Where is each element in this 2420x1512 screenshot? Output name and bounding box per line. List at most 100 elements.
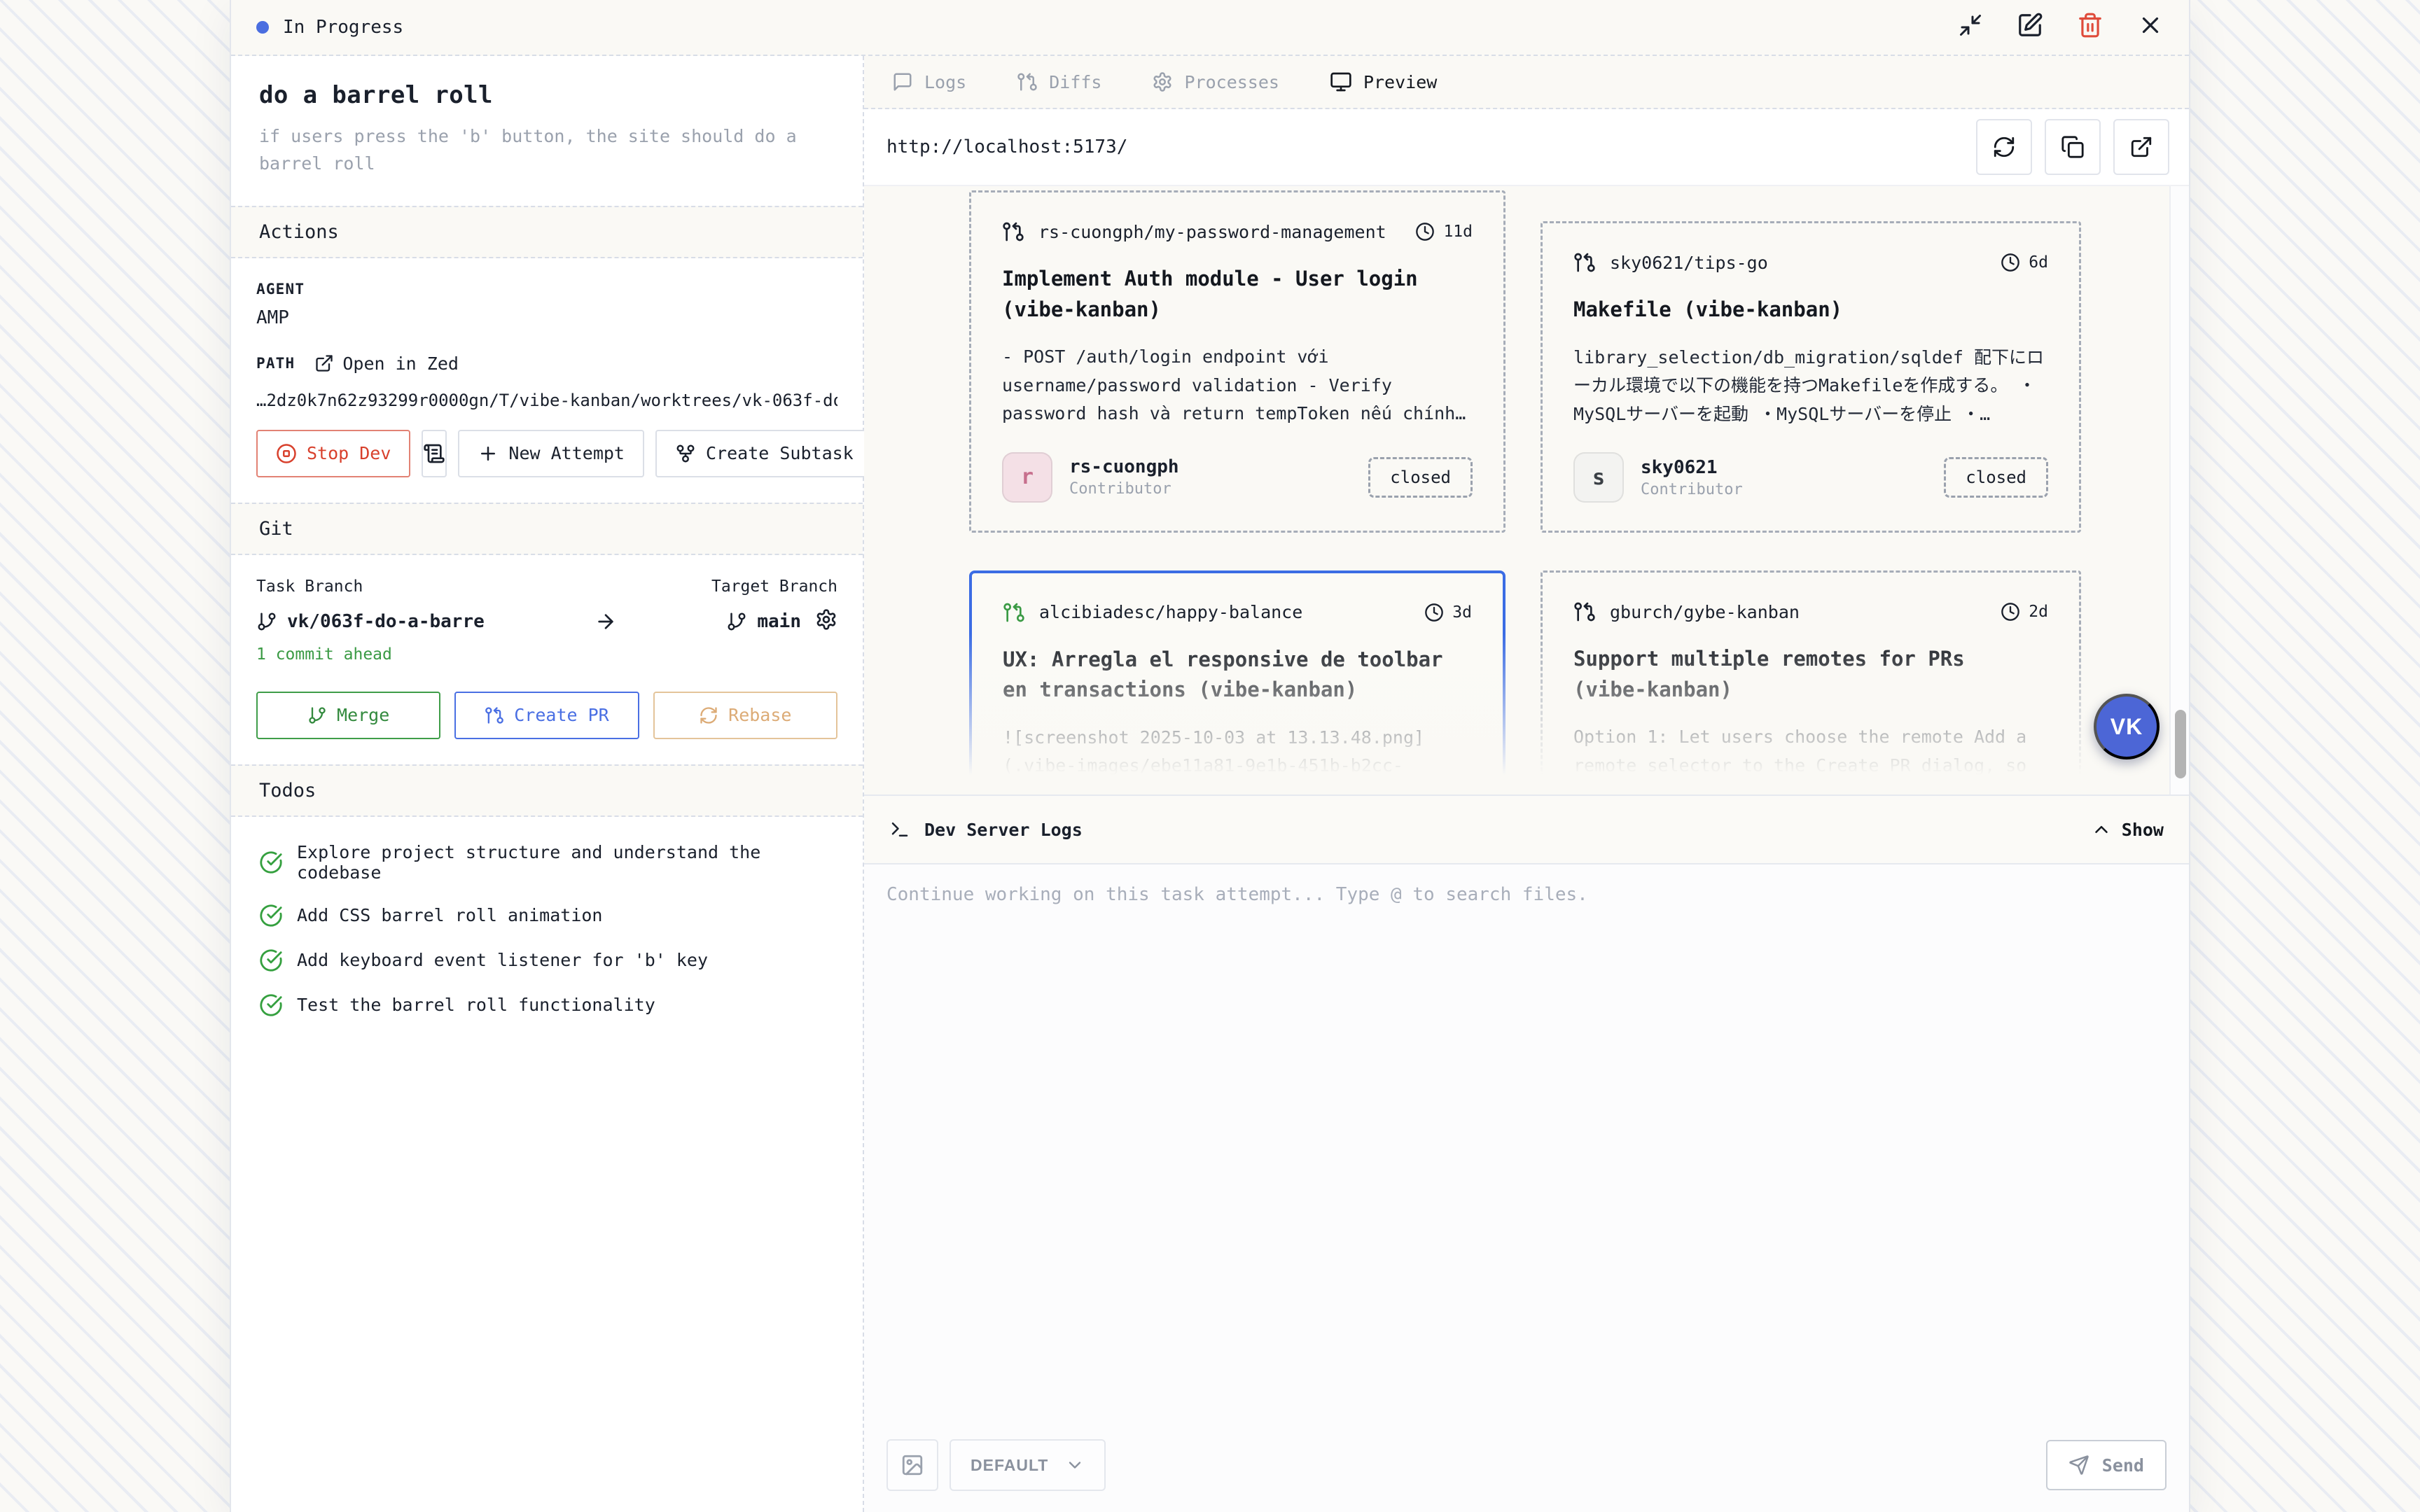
model-select[interactable]: DEFAULT bbox=[950, 1439, 1106, 1491]
task-branch-label: Task Branch bbox=[256, 577, 363, 596]
clock-icon bbox=[1415, 222, 1435, 241]
git-pull-request-icon bbox=[485, 706, 504, 725]
agent-label: AGENT bbox=[256, 280, 305, 298]
open-in-browser-button[interactable] bbox=[2113, 119, 2169, 175]
scroll-text-icon bbox=[423, 442, 445, 465]
card-body: Option 1: Let users choose the remote Ad… bbox=[1573, 727, 2038, 794]
close-icon bbox=[2137, 12, 2164, 38]
delete-task-button[interactable] bbox=[2077, 12, 2103, 43]
status-badge: closed bbox=[1944, 457, 2048, 498]
create-pr-button[interactable]: Create PR bbox=[454, 691, 639, 739]
preview-url[interactable]: http://localhost:5173/ bbox=[886, 136, 1976, 158]
scrollbar-thumb[interactable] bbox=[2175, 710, 2186, 778]
path-label: PATH bbox=[256, 355, 295, 372]
vibe-kanban-fab[interactable]: VK bbox=[2094, 694, 2160, 760]
dev-server-logs-bar[interactable]: Dev Server Logs Show bbox=[864, 794, 2189, 864]
git-pull-request-icon bbox=[1003, 601, 1025, 624]
copy-icon bbox=[2061, 135, 2085, 159]
card-title: Implement Auth module - User login (vibe… bbox=[1002, 267, 1418, 321]
dialog-controls bbox=[1958, 12, 2164, 43]
card-repo: alcibiadesc/happy-balance bbox=[1039, 602, 1303, 622]
refresh-icon bbox=[699, 706, 718, 725]
tab-logs[interactable]: Logs bbox=[892, 71, 966, 92]
card-body: ![screenshot 2025-10-03 at 13.13.48.png]… bbox=[1003, 727, 1446, 795]
tab-diffs[interactable]: Diffs bbox=[1017, 71, 1101, 92]
followup-input[interactable] bbox=[886, 884, 2035, 968]
trash-icon bbox=[2077, 12, 2103, 38]
card-age: 2d bbox=[2001, 602, 2048, 622]
monitor-icon bbox=[1330, 71, 1352, 93]
task-title: do a barrel roll bbox=[259, 81, 493, 109]
card-age: 11d bbox=[1415, 222, 1473, 241]
git-pull-request-icon bbox=[1573, 251, 1596, 274]
open-in-zed-link[interactable]: Open in Zed bbox=[314, 354, 459, 374]
check-circle-icon bbox=[259, 948, 283, 972]
clock-icon bbox=[2001, 253, 2020, 272]
check-circle-icon bbox=[259, 993, 283, 1017]
copy-url-button[interactable] bbox=[2045, 119, 2101, 175]
pr-card[interactable]: sky0621/tips-go 6d Makefile (vibe-kanban… bbox=[1541, 221, 2081, 533]
git-branch-icon bbox=[256, 611, 277, 632]
git-pull-request-icon bbox=[1017, 71, 1038, 92]
create-subtask-button[interactable]: Create Subtask bbox=[655, 429, 873, 477]
tab-preview[interactable]: Preview bbox=[1330, 71, 1437, 93]
card-role: Contributor bbox=[1641, 480, 1743, 498]
check-circle-icon bbox=[259, 904, 283, 927]
refresh-preview-button[interactable] bbox=[1976, 119, 2032, 175]
send-icon bbox=[2068, 1455, 2089, 1476]
card-repo: sky0621/tips-go bbox=[1610, 252, 1768, 273]
git-branch-icon bbox=[307, 706, 327, 725]
target-branch-label: Target Branch bbox=[711, 577, 837, 596]
git-pull-request-icon bbox=[1002, 220, 1024, 243]
pr-card[interactable]: gburch/gybe-kanban 2d Support multiple r… bbox=[1541, 570, 2081, 794]
tab-processes[interactable]: Processes bbox=[1152, 71, 1279, 92]
commits-ahead-label: 1 commit ahead bbox=[256, 645, 392, 664]
clock-icon bbox=[2001, 602, 2020, 622]
avatar: r bbox=[1002, 451, 1052, 503]
todo-item: Add CSS barrel roll animation bbox=[259, 904, 835, 927]
chevron-up-icon bbox=[2091, 819, 2112, 840]
card-body: library_selection/db_migration/sqldef 配下… bbox=[1573, 346, 2044, 424]
gear-icon bbox=[1152, 71, 1173, 92]
actions-section-heading: Actions bbox=[231, 205, 863, 258]
target-branch: main bbox=[726, 608, 837, 636]
card-repo: gburch/gybe-kanban bbox=[1610, 601, 1800, 622]
card-age: 6d bbox=[2001, 253, 2048, 272]
worktree-path: …2dz0k7n62z93299r0000gn/T/vibe-kanban/wo… bbox=[256, 390, 837, 410]
attach-image-button[interactable] bbox=[886, 1439, 938, 1491]
send-button[interactable]: Send bbox=[2045, 1440, 2167, 1490]
plus-icon bbox=[478, 443, 499, 464]
card-age: 3d bbox=[1424, 603, 1472, 622]
task-description: if users press the 'b' button, the site … bbox=[259, 126, 797, 174]
rebase-button[interactable]: Rebase bbox=[653, 691, 837, 739]
branch-settings-button[interactable] bbox=[815, 608, 837, 636]
todo-item: Test the barrel roll functionality bbox=[259, 993, 835, 1017]
show-logs-button[interactable]: Show bbox=[2091, 819, 2164, 840]
merge-button[interactable]: Merge bbox=[256, 691, 441, 739]
external-link-icon bbox=[2129, 135, 2153, 159]
minimize-icon bbox=[1958, 13, 1983, 38]
close-button[interactable] bbox=[2137, 12, 2164, 43]
pr-card[interactable]: rs-cuongph/my-password-management 11d Im… bbox=[969, 190, 1505, 533]
composer: DEFAULT Send bbox=[864, 864, 2189, 1512]
dev-logs-button[interactable] bbox=[422, 429, 447, 477]
todo-list: Explore project structure and understand… bbox=[231, 817, 863, 1042]
stop-dev-button[interactable]: Stop Dev bbox=[256, 429, 411, 477]
git-branch-icon bbox=[726, 611, 747, 632]
preview-viewport: rs-cuongph/my-password-management 11d Im… bbox=[864, 186, 2189, 794]
minimize-button[interactable] bbox=[1958, 13, 1983, 43]
status-dot-icon bbox=[256, 21, 269, 34]
new-attempt-button[interactable]: New Attempt bbox=[458, 429, 644, 477]
external-link-icon bbox=[314, 354, 334, 373]
todo-item: Add keyboard event listener for 'b' key bbox=[259, 948, 835, 972]
git-section-heading: Git bbox=[231, 502, 863, 555]
status-badge: closed bbox=[1368, 456, 1473, 498]
card-author: rs-cuongph bbox=[1069, 456, 1179, 477]
edit-task-button[interactable] bbox=[2017, 12, 2043, 43]
refresh-icon bbox=[1992, 135, 2016, 159]
message-square-icon bbox=[892, 71, 913, 92]
preview-scrollbar[interactable] bbox=[2169, 186, 2189, 794]
pr-card-selected[interactable]: alcibiadesc/happy-balance 3d UX: Arregla… bbox=[969, 570, 1505, 795]
todos-section-heading: Todos bbox=[231, 764, 863, 817]
edit-icon bbox=[2017, 12, 2043, 38]
